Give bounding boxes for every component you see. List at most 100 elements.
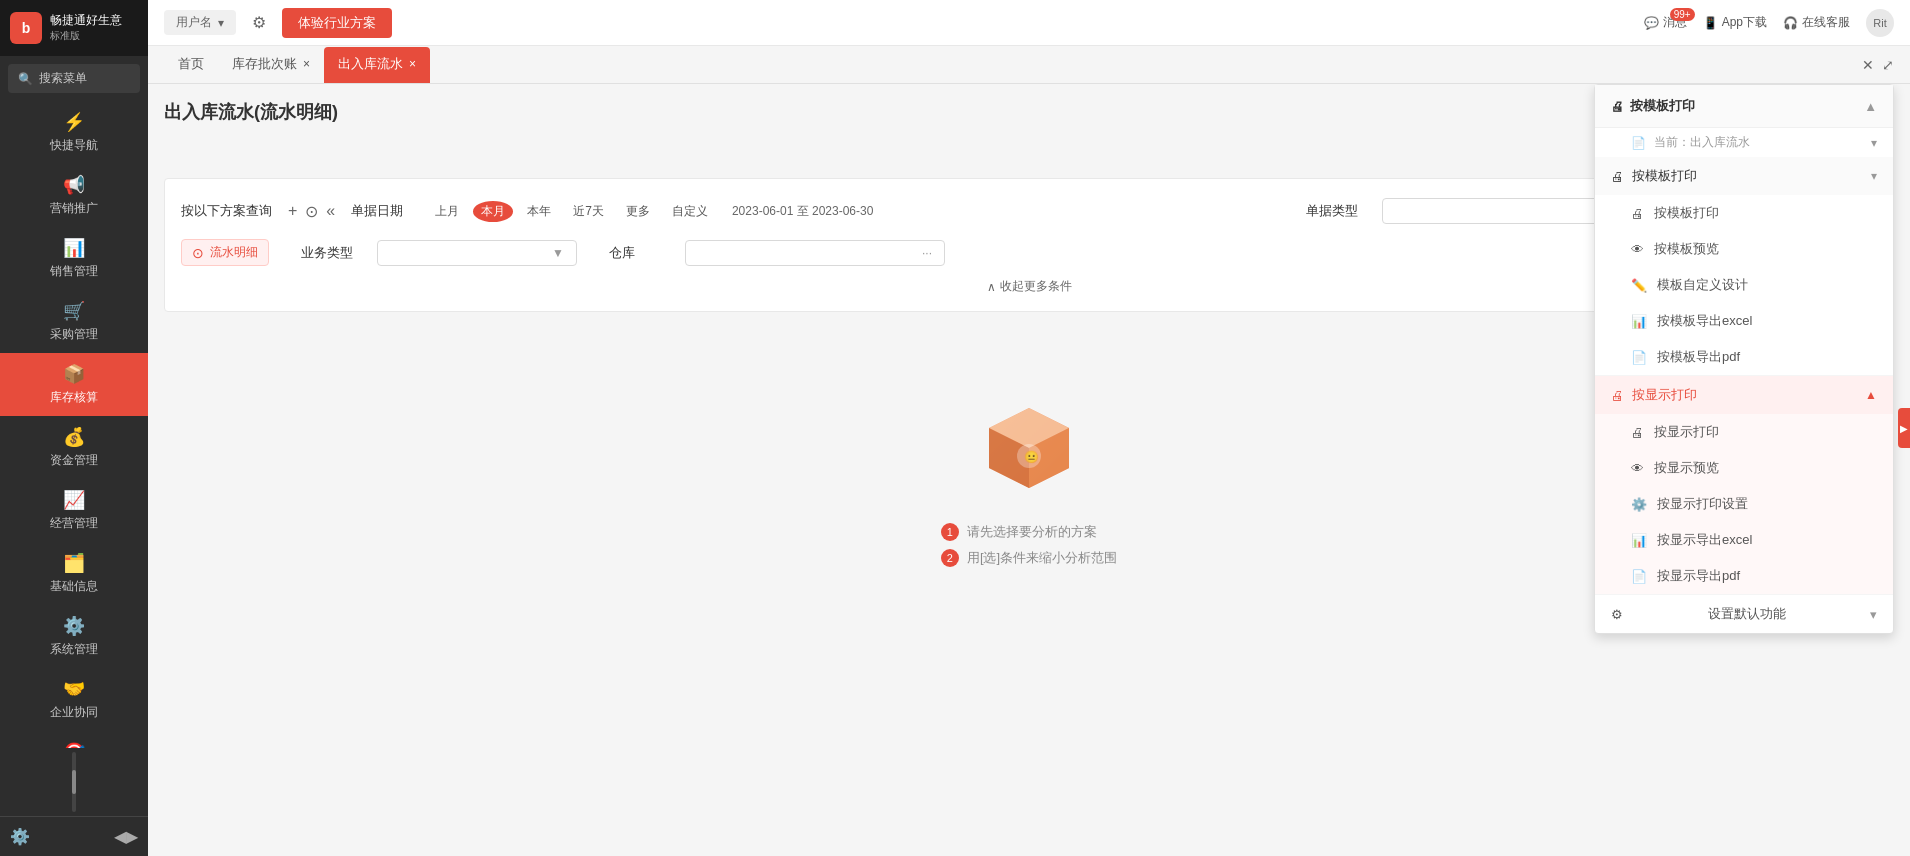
message-icon: 💬 [1644,16,1659,30]
close-window-icon[interactable]: ✕ [1862,57,1874,73]
template-print-item[interactable]: 🖨 按模板打印 [1595,195,1893,231]
headset-icon: 🎧 [1783,16,1798,30]
sidebar-item-xinshou[interactable]: 🎯 新手引导 [0,731,148,748]
search-menu-button[interactable]: 🔍 搜索菜单 [8,64,140,93]
collapse-filters-btn[interactable]: ∧ 收起更多条件 [987,278,1072,295]
template-excel-item[interactable]: 📊 按模板导出excel [1595,303,1893,339]
template-print-section: 🖨 按模板打印 ▾ 🖨 按模板打印 👁 按模板预览 ✏️ 模板自定义设计 [1595,157,1893,376]
filter-add-icon[interactable]: + [288,202,297,220]
warehouse-select[interactable]: ··· [685,240,945,266]
filter-tag-icon: ⊙ [192,245,204,261]
date-last-month[interactable]: 上月 [427,201,467,222]
sidebar-item-label: 企业协同 [50,704,98,721]
sidebar-item-zijin[interactable]: 💰 资金管理 [0,416,148,479]
section-title: 🖨 按显示打印 [1611,386,1697,404]
sidebar-scrollbar[interactable] [0,748,148,816]
sidebar-item-caigou[interactable]: 🛒 采购管理 [0,290,148,353]
section-caret-icon: ▲ [1865,388,1877,402]
template-print-header[interactable]: 🖨 按模板打印 ▾ [1595,157,1893,195]
display-preview-item[interactable]: 👁 按显示预览 [1595,450,1893,486]
user-area[interactable]: 用户名 ▾ [164,10,236,35]
settings-icon[interactable]: ⚙️ [10,827,30,846]
empty-step-1: 1 请先选择要分析的方案 [941,523,1117,541]
sidebar-icon: 📢 [63,174,85,196]
display-print-settings-item[interactable]: ⚙️ 按显示打印设置 [1595,486,1893,522]
filter-collapse-icon[interactable]: « [326,202,335,220]
logo-text: 畅捷通好生意 [50,13,122,29]
date-label: 单据日期 [351,202,411,220]
avatar[interactable]: Rit [1866,9,1894,37]
item-icon: 👁 [1631,242,1644,257]
filter-section-label: 按以下方案查询 [181,202,272,220]
industry-btn[interactable]: 体验行业方案 [282,8,392,38]
app-download-item[interactable]: 📱 App下载 [1703,14,1767,31]
logo-badge: 标准版 [50,29,122,43]
app-icon: 📱 [1703,16,1718,30]
sidebar-item-jichu[interactable]: 🗂️ 基础信息 [0,542,148,605]
doc-type-label: 单据类型 [1306,202,1366,220]
warehouse-dots-icon: ··· [922,246,932,260]
sidebar: b 畅捷通好生意 标准版 🔍 搜索菜单 ⚡ 快捷导航 📢 营销推广 📊 销售管理… [0,0,148,856]
sidebar-item-xiaoshou[interactable]: 📊 销售管理 [0,227,148,290]
business-type-select[interactable]: ▼ [377,240,577,266]
display-excel-item[interactable]: 📊 按显示导出excel [1595,522,1893,558]
tab-kucun-pizhan[interactable]: 库存批次账 × [218,47,324,83]
tab-close-icon[interactable]: × [409,57,416,71]
bottom-label: 设置默认功能 [1708,605,1786,623]
active-filter-tag[interactable]: ⊙ 流水明细 [181,239,269,266]
tab-home[interactable]: 首页 [164,47,218,83]
date-custom[interactable]: 自定义 [664,201,716,222]
app-logo: b 畅捷通好生意 标准版 [0,0,148,56]
sidebar-item-qiye[interactable]: 🤝 企业协同 [0,668,148,731]
filter-settings-icon[interactable]: ⊙ [305,202,318,221]
tab-close-icon[interactable]: × [303,57,310,71]
item-icon: 📄 [1631,350,1647,365]
item-icon: ⚙️ [1631,497,1647,512]
current-selection[interactable]: 📄 当前：出入库流水 ▾ [1595,128,1893,157]
print-dropdown-panel: 🖨 按模板打印 ▲ 📄 当前：出入库流水 ▾ 🖨 按模板打印 ▾ [1594,84,1894,634]
sidebar-item-kuaijie[interactable]: ⚡ 快捷导航 [0,101,148,164]
sidebar-item-jingying[interactable]: 📈 经营管理 [0,479,148,542]
online-service-label: 在线客服 [1802,14,1850,31]
sidebar-icon: 🎯 [63,741,85,748]
logo-icon: b [10,12,42,44]
collapse-icon[interactable]: ◀▶ [114,827,138,846]
sidebar-item-xitong[interactable]: ⚙️ 系统管理 [0,605,148,668]
display-print-header[interactable]: 🖨 按显示打印 ▲ [1595,376,1893,414]
business-type-label: 业务类型 [301,244,361,262]
header-settings-icon[interactable]: ⚙ [252,13,266,32]
sidebar-icon: 🗂️ [63,552,85,574]
date-current-month[interactable]: 本月 [473,201,513,222]
sidebar-item-kucun[interactable]: 📦 库存核算 [0,353,148,416]
sidebar-search[interactable]: 🔍 搜索菜单 [0,56,148,101]
online-service-item[interactable]: 🎧 在线客服 [1783,14,1850,31]
right-edge-expand-btn[interactable]: ▶ [1898,408,1910,448]
tab-label: 出入库流水 [338,55,403,73]
template-custom-item[interactable]: ✏️ 模板自定义设计 [1595,267,1893,303]
display-pdf-item[interactable]: 📄 按显示导出pdf [1595,558,1893,594]
template-preview-item[interactable]: 👁 按模板预览 [1595,231,1893,267]
sidebar-icon: ⚙️ [63,615,85,637]
date-current-year[interactable]: 本年 [519,201,559,222]
edge-arrow-icon: ▶ [1900,423,1908,434]
sidebar-item-yingxiao[interactable]: 📢 营销推广 [0,164,148,227]
tab-churu-liushui[interactable]: 出入库流水 × [324,47,430,83]
date-range-display: 2023-06-01 至 2023-06-30 [732,203,873,220]
sidebar-item-label: 销售管理 [50,263,98,280]
item-icon: 🖨 [1631,206,1644,221]
date-last7[interactable]: 近7天 [565,201,612,222]
item-icon: 🖨 [1631,425,1644,440]
sidebar-item-label: 采购管理 [50,326,98,343]
tab-label: 库存批次账 [232,55,297,73]
expand-window-icon[interactable]: ⤢ [1882,57,1894,73]
message-item[interactable]: 💬 消息 99+ [1644,14,1687,31]
date-more[interactable]: 更多 [618,201,658,222]
display-print-item[interactable]: 🖨 按显示打印 [1595,414,1893,450]
dropdown-bottom[interactable]: ⚙ 设置默认功能 ▾ [1595,595,1893,633]
date-options: 上月 本月 本年 近7天 更多 自定义 [427,201,716,222]
dropdown-collapse-icon[interactable]: ▲ [1864,99,1877,114]
avatar-text: Rit [1873,17,1886,29]
display-print-section: 🖨 按显示打印 ▲ 🖨 按显示打印 👁 按显示预览 ⚙️ 按显示打印设置 [1595,376,1893,595]
template-pdf-item[interactable]: 📄 按模板导出pdf [1595,339,1893,375]
sidebar-icon: 📊 [63,237,85,259]
